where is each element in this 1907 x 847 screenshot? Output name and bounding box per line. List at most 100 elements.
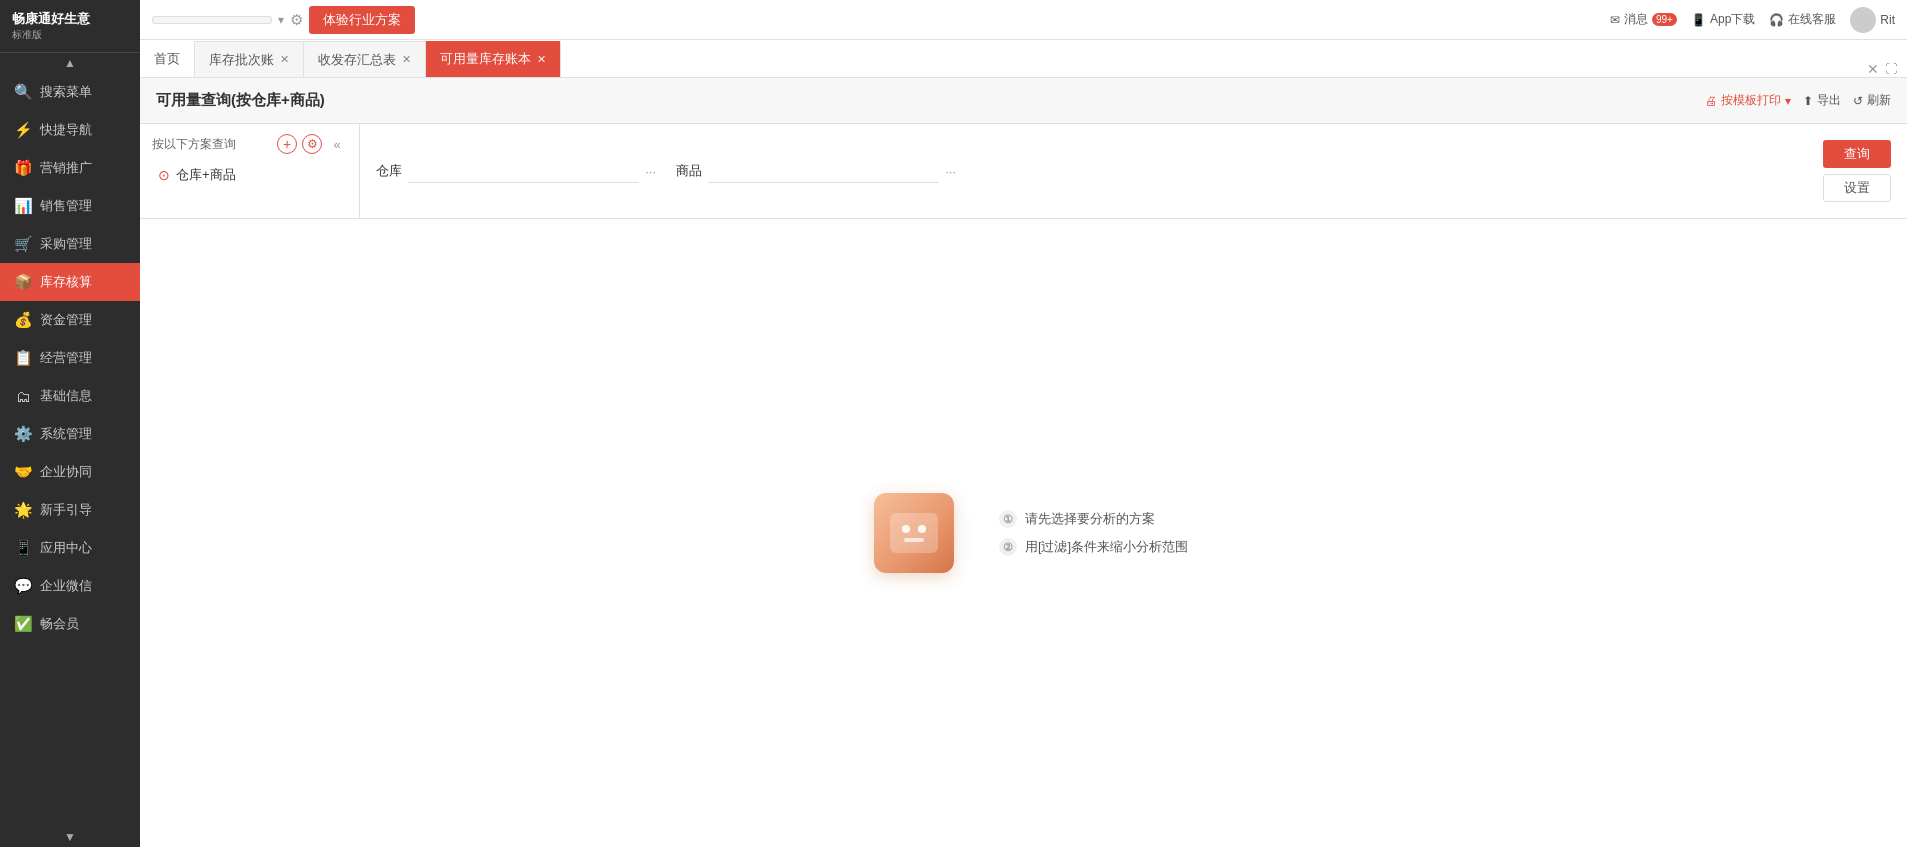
print-dropdown-icon[interactable]: ▾ [1785,94,1791,108]
empty-content: ① 请先选择要分析的方案 ② 用[过滤]条件来缩小分析范围 [859,478,1188,588]
print-template-label: 按模板打印 [1721,92,1781,109]
sidebar-item-label: 畅会员 [40,615,79,633]
query-area: 按以下方案查询 + ⚙ « ⊙ 仓库+商品 仓库 ··· 商品 · [140,124,1907,219]
collapse-scheme-button[interactable]: « [327,134,347,154]
user-menu[interactable]: Rit [1850,7,1895,33]
settings-button[interactable]: 设置 [1823,174,1891,202]
phone-icon: 📱 [14,539,32,557]
tab-available-stock-close[interactable]: ✕ [537,53,546,66]
robot-illustration [874,493,954,573]
sidebar-item-label: 基础信息 [40,387,92,405]
warehouse-field: 仓库 ··· [376,159,656,183]
app-download-button[interactable]: 📱 App下载 [1691,11,1755,28]
star-icon: 🌟 [14,501,32,519]
sidebar-item-membership[interactable]: ✅ 畅会员 [0,605,140,643]
sidebar-item-basic-info[interactable]: 🗂 基础信息 [0,377,140,415]
scheme-icon: ⊙ [158,167,170,183]
sidebar-item-purchase[interactable]: 🛒 采购管理 [0,225,140,263]
tab-receipts-summary[interactable]: 收发存汇总表 ✕ [304,41,426,77]
tip-num-2: ② [999,538,1017,556]
warehouse-label: 仓库 [376,162,402,180]
query-button[interactable]: 查询 [1823,140,1891,168]
wechat-icon: 💬 [14,577,32,595]
sidebar-item-finance[interactable]: 💰 资金管理 [0,301,140,339]
empty-icon-box [859,478,969,588]
sidebar-item-sales[interactable]: 📊 销售管理 [0,187,140,225]
refresh-icon: ↺ [1853,94,1863,108]
warehouse-input[interactable] [408,159,639,183]
query-left-header: 按以下方案查询 + ⚙ « [152,134,347,154]
tab-batch-ledger-label: 库存批次账 [209,51,274,69]
export-button[interactable]: ⬆ 导出 [1803,92,1841,109]
product-label: 商品 [676,162,702,180]
sidebar-item-label: 经营管理 [40,349,92,367]
tab-batch-ledger-close[interactable]: ✕ [280,53,289,66]
gear-icon: ⚙️ [14,425,32,443]
sidebar-item-system[interactable]: ⚙️ 系统管理 [0,415,140,453]
product-field: 商品 ··· [676,159,956,183]
sidebar-item-inventory[interactable]: 📦 库存核算 [0,263,140,301]
refresh-label: 刷新 [1867,92,1891,109]
tab-batch-ledger[interactable]: 库存批次账 ✕ [195,41,304,77]
query-buttons: 查询 设置 [1823,134,1891,208]
add-scheme-button[interactable]: + [277,134,297,154]
printer-icon: 🖨 [1705,94,1717,108]
sidebar-item-search[interactable]: 🔍 搜索菜单 [0,73,140,111]
sidebar-item-marketing[interactable]: 🎁 营销推广 [0,149,140,187]
check-icon: ✅ [14,615,32,633]
empty-state: ① 请先选择要分析的方案 ② 用[过滤]条件来缩小分析范围 [140,219,1907,847]
sidebar-item-label: 企业微信 [40,577,92,595]
scheme-settings-button[interactable]: ⚙ [302,134,322,154]
topbar-left: ▾ ⚙ 体验行业方案 [152,6,1602,34]
sidebar-item-label: 应用中心 [40,539,92,557]
export-icon: ⬆ [1803,94,1813,108]
query-left-icons: + ⚙ « [277,134,347,154]
chart-icon: 📊 [14,197,32,215]
tip-num-1: ① [999,510,1017,528]
tabs-expand-icon[interactable]: ⛶ [1885,62,1897,76]
box-icon: 📦 [14,273,32,291]
export-label: 导出 [1817,92,1841,109]
sidebar-item-app-center[interactable]: 📱 应用中心 [0,529,140,567]
sidebar-item-label: 采购管理 [40,235,92,253]
sidebar-item-label: 库存核算 [40,273,92,291]
robot-eye-left [902,525,910,533]
sidebar-item-label: 新手引导 [40,501,92,519]
handshake-icon: 🤝 [14,463,32,481]
robot-eye-right [918,525,926,533]
avatar [1850,7,1876,33]
topbar-gear-icon[interactable]: ⚙ [290,11,303,29]
trial-button[interactable]: 体验行业方案 [309,6,415,34]
message-button[interactable]: ✉ 消息 99+ [1610,11,1677,28]
sidebar-item-operation[interactable]: 📋 经营管理 [0,339,140,377]
sidebar-item-enterprise[interactable]: 🤝 企业协同 [0,453,140,491]
message-icon: ✉ [1610,13,1620,27]
sidebar-item-newbie[interactable]: 🌟 新手引导 [0,491,140,529]
tab-receipts-summary-close[interactable]: ✕ [402,53,411,66]
dropdown-icon[interactable]: ▾ [278,13,284,27]
scheme-warehouse-product[interactable]: ⊙ 仓库+商品 [152,162,347,188]
online-service-button[interactable]: 🎧 在线客服 [1769,11,1836,28]
scroll-up-button[interactable]: ▲ [0,53,140,73]
page-header: 可用量查询(按仓库+商品) 🖨 按模板打印 ▾ ⬆ 导出 ↺ 刷新 [140,78,1907,124]
tab-home[interactable]: 首页 [140,41,195,77]
product-input[interactable] [708,159,939,183]
topbar-search-box [152,16,272,24]
lightning-icon: ⚡ [14,121,32,139]
tab-available-stock[interactable]: 可用量库存账本 ✕ [426,41,561,77]
product-more-button[interactable]: ··· [945,164,956,179]
refresh-button[interactable]: ↺ 刷新 [1853,92,1891,109]
app-download-label: App下载 [1710,11,1755,28]
empty-tip-2: ② 用[过滤]条件来缩小分析范围 [999,538,1188,556]
tabs-close-all-icon[interactable]: ✕ [1867,61,1879,77]
scheme-label: 仓库+商品 [176,166,236,184]
scroll-down-button[interactable]: ▼ [0,827,140,847]
tab-home-label: 首页 [154,50,180,68]
tabs-bar: 首页 库存批次账 ✕ 收发存汇总表 ✕ 可用量库存账本 ✕ ✕ ⛶ [140,40,1907,78]
print-template-button[interactable]: 🖨 按模板打印 ▾ [1705,92,1791,109]
sidebar-item-shortcut[interactable]: ⚡ 快捷导航 [0,111,140,149]
sidebar-item-enterprise-wechat[interactable]: 💬 企业微信 [0,567,140,605]
warehouse-more-button[interactable]: ··· [645,164,656,179]
topbar-right: ✉ 消息 99+ 📱 App下载 🎧 在线客服 Rit [1610,7,1895,33]
sidebar-item-label: 企业协同 [40,463,92,481]
